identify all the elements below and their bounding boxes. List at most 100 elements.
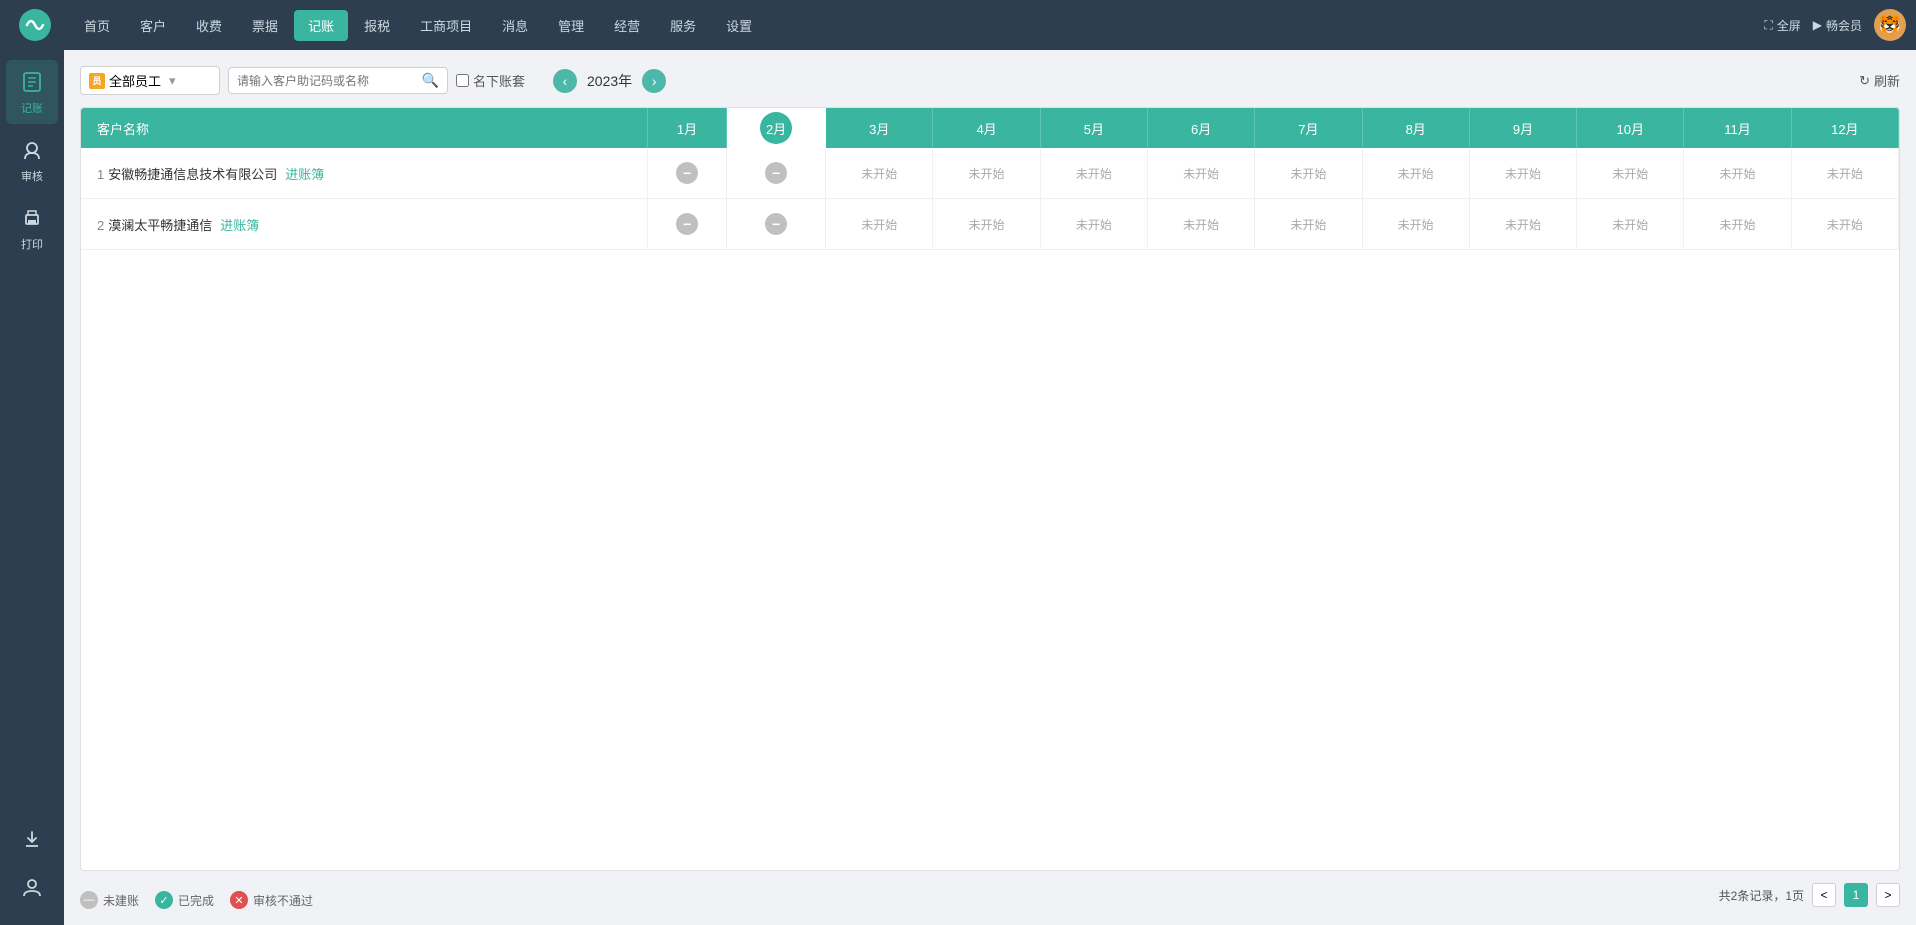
month-cell-5: 未开始 (1040, 199, 1147, 250)
sidebar-item-bookkeeping[interactable]: 记账 (6, 60, 58, 124)
sidebar-user[interactable] (6, 865, 58, 909)
nav-operation[interactable]: 经营 (600, 10, 654, 41)
complete-icon: ✓ (155, 891, 173, 909)
content-area: 员 全部员工 ▾ 🔍 名下账套 ‹ 2023年 › ↻ 刷新 (64, 50, 1916, 925)
refresh-button[interactable]: ↻ 刷新 (1859, 71, 1900, 90)
search-input[interactable] (237, 74, 418, 88)
status-not-started: 未开始 (1398, 167, 1434, 181)
total-records-text: 共2条记录，1页 (1719, 887, 1804, 904)
nav-invoice[interactable]: 票据 (238, 10, 292, 41)
my-accounts-label: 名下账套 (473, 71, 525, 90)
month-cell-7: 未开始 (1255, 148, 1362, 199)
user-icon (18, 873, 46, 901)
fullscreen-label: 全屏 (1777, 17, 1801, 34)
main-layout: 记账 审核 打印 (0, 50, 1916, 925)
vip-button[interactable]: ▶ 畅会员 (1813, 17, 1862, 34)
next-page-button[interactable]: > (1876, 883, 1900, 907)
table-row: 2漠澜太平畅捷通信进账簿−−未开始未开始未开始未开始未开始未开始未开始未开始未开… (81, 199, 1899, 250)
top-navbar: 首页 客户 收费 票据 记账 报税 工商项目 消息 管理 经营 服务 设置 ⛶ … (0, 0, 1916, 50)
search-button[interactable]: 🔍 (422, 72, 439, 89)
top-right-tools: ⛶ 全屏 ▶ 畅会员 🐯 (1764, 9, 1906, 41)
download-icon (18, 825, 46, 853)
status-not-started: 未开始 (1720, 218, 1756, 232)
status-not-started: 未开始 (1827, 167, 1863, 181)
bookkeeping-icon (18, 68, 46, 96)
refresh-icon: ↻ (1859, 73, 1870, 89)
next-year-button[interactable]: › (642, 69, 666, 93)
status-not-started: 未开始 (1290, 167, 1326, 181)
col-nov: 11月 (1684, 108, 1791, 148)
rejected-label: 审核不通过 (253, 892, 313, 909)
month-cell-8: 未开始 (1362, 148, 1469, 199)
status-not-started: 未开始 (861, 218, 897, 232)
col-feb: 2月 (727, 108, 826, 148)
sidebar-download[interactable] (6, 817, 58, 861)
rejected-icon: ✕ (230, 891, 248, 909)
toolbar: 员 全部员工 ▾ 🔍 名下账套 ‹ 2023年 › ↻ 刷新 (80, 66, 1900, 95)
enter-link[interactable]: 进账簿 (220, 218, 259, 233)
month-cell-2: − (727, 148, 826, 199)
year-display: 2023年 (587, 71, 632, 91)
prev-year-button[interactable]: ‹ (553, 69, 577, 93)
nav-bookkeeping[interactable]: 记账 (294, 10, 348, 41)
refresh-label: 刷新 (1874, 71, 1900, 90)
month-cell-1: − (648, 199, 727, 250)
employee-icon: 员 (89, 73, 105, 89)
status-not-started: 未开始 (1076, 218, 1112, 232)
col-jul: 7月 (1255, 108, 1362, 148)
month-cell-7: 未开始 (1255, 199, 1362, 250)
status-not-started: 未开始 (969, 218, 1005, 232)
print-icon (18, 204, 46, 232)
col-apr: 4月 (933, 108, 1040, 148)
month-cell-8: 未开始 (1362, 199, 1469, 250)
audit-icon (18, 136, 46, 164)
status-not-started: 未开始 (1612, 218, 1648, 232)
my-accounts-checkbox-wrap[interactable]: 名下账套 (456, 71, 525, 90)
my-accounts-checkbox[interactable] (456, 74, 469, 87)
fullscreen-button[interactable]: ⛶ 全屏 (1764, 17, 1800, 34)
prev-page-button[interactable]: < (1812, 883, 1836, 907)
employee-select[interactable]: 员 全部员工 ▾ (80, 66, 220, 95)
nav-business[interactable]: 工商项目 (406, 10, 486, 41)
nav-message[interactable]: 消息 (488, 10, 542, 41)
status-not-started: 未开始 (1183, 167, 1219, 181)
month-cell-9: 未开始 (1469, 148, 1576, 199)
col-mar: 3月 (826, 108, 933, 148)
sidebar-item-print[interactable]: 打印 (6, 196, 58, 260)
month-cell-10: 未开始 (1577, 148, 1684, 199)
status-not-started: 未开始 (1505, 218, 1541, 232)
nav-service[interactable]: 服务 (656, 10, 710, 41)
col-oct: 10月 (1577, 108, 1684, 148)
status-not-started: 未开始 (1183, 218, 1219, 232)
col-may: 5月 (1040, 108, 1147, 148)
month-cell-6: 未开始 (1147, 148, 1254, 199)
vip-label: 畅会员 (1826, 17, 1862, 34)
status-not-started: 未开始 (1612, 167, 1648, 181)
nav-menu: 首页 客户 收费 票据 记账 报税 工商项目 消息 管理 经营 服务 设置 (70, 10, 1764, 41)
search-wrap: 🔍 (228, 67, 448, 94)
nav-settings[interactable]: 设置 (712, 10, 766, 41)
col-sep: 9月 (1469, 108, 1576, 148)
status-dash-icon: − (765, 213, 787, 235)
col-jan: 1月 (648, 108, 727, 148)
nav-manage[interactable]: 管理 (544, 10, 598, 41)
nav-client[interactable]: 客户 (126, 10, 180, 41)
user-avatar[interactable]: 🐯 (1874, 9, 1906, 41)
fullscreen-icon: ⛶ (1764, 18, 1772, 33)
col-jun: 6月 (1147, 108, 1254, 148)
sidebar-item-audit[interactable]: 审核 (6, 128, 58, 192)
nav-home[interactable]: 首页 (70, 10, 124, 41)
chevron-down-icon: ▾ (169, 73, 176, 89)
sidebar-audit-label: 审核 (21, 168, 43, 184)
month-cell-11: 未开始 (1684, 199, 1791, 250)
status-not-started: 未开始 (861, 167, 897, 181)
enter-link[interactable]: 进账簿 (285, 167, 324, 182)
legend-not-built: — 未建账 (80, 891, 139, 909)
col-aug: 8月 (1362, 108, 1469, 148)
year-nav: ‹ 2023年 › (553, 69, 666, 93)
nav-fee[interactable]: 收费 (182, 10, 236, 41)
page-1-button[interactable]: 1 (1844, 883, 1868, 907)
nav-tax[interactable]: 报税 (350, 10, 404, 41)
accounts-table-wrap: 客户名称 1月 2月 3月 4月 5月 6月 7月 8月 9月 10月 11月 (80, 107, 1900, 871)
status-not-started: 未开始 (1505, 167, 1541, 181)
